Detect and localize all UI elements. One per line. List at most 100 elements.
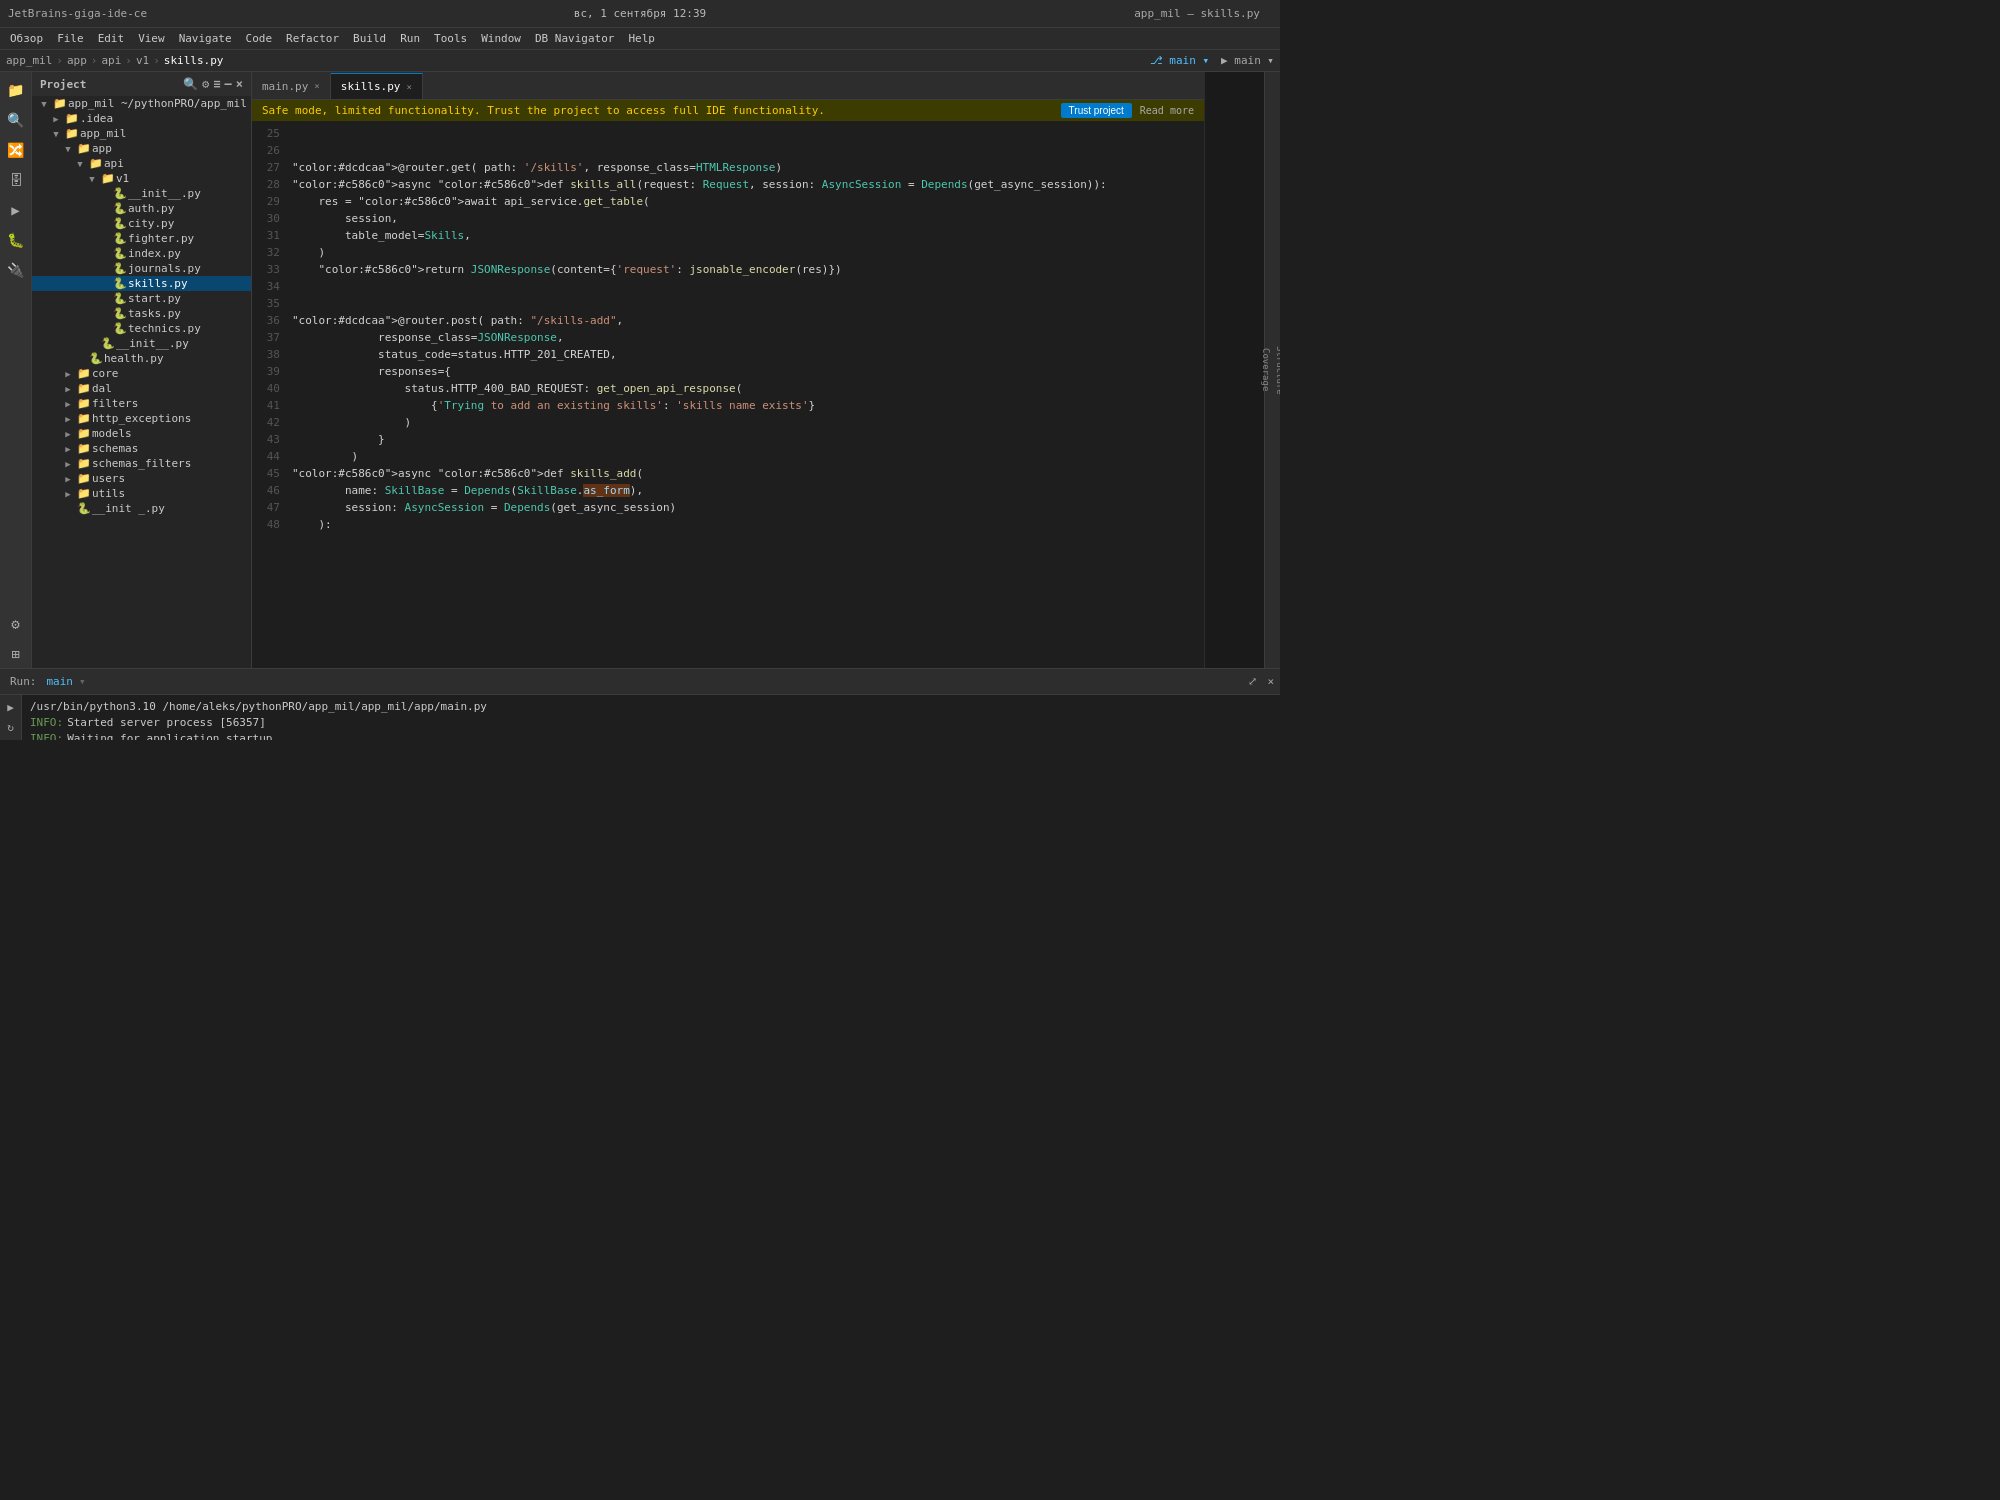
tree-item[interactable]: ▶📁users — [32, 471, 251, 486]
safe-mode-text: Safe mode, limited functionality. Trust … — [262, 104, 825, 117]
tree-item[interactable]: ▶📁core — [32, 366, 251, 381]
minimap — [1204, 72, 1264, 668]
line-number: 45 — [252, 465, 280, 482]
read-more-link[interactable]: Read more — [1140, 105, 1194, 116]
menu-edit[interactable]: Edit — [92, 30, 131, 47]
activity-project[interactable]: 📁 — [2, 76, 30, 104]
menu-view[interactable]: View — [132, 30, 171, 47]
run-arrow[interactable]: ▾ — [79, 675, 86, 688]
activity-apps[interactable]: ⊞ — [2, 640, 30, 668]
terminal-close-icon[interactable]: × — [1267, 675, 1274, 688]
tree-item[interactable]: 🐍journals.py — [32, 261, 251, 276]
code-line: ): — [292, 516, 1204, 533]
tab-skills-py[interactable]: skills.py × — [331, 73, 423, 99]
tree-item-label: health.py — [104, 352, 251, 365]
terminal-maximize[interactable]: ⤢ — [1248, 675, 1257, 688]
sidebar-gear-icon[interactable]: ⚙ — [202, 77, 209, 91]
activity-settings[interactable]: ⚙ — [2, 610, 30, 638]
branch-indicator[interactable]: ⎇ main ▾ — [1150, 54, 1209, 67]
tree-file-icon: 🐍 — [112, 322, 128, 335]
tree-item[interactable]: ▼📁v1 — [32, 171, 251, 186]
terminal-content[interactable]: /usr/bin/python3.10 /home/aleks/pythonPR… — [22, 695, 1280, 740]
menu-build[interactable]: Build — [347, 30, 392, 47]
term-play-btn[interactable]: ▶ — [3, 699, 19, 715]
tree-item[interactable]: 🐍auth.py — [32, 201, 251, 216]
sidebar-expand-icon[interactable]: × — [236, 77, 243, 91]
menu-window[interactable]: Window — [475, 30, 527, 47]
activity-vcs[interactable]: 🔀 — [2, 136, 30, 164]
menu-tools[interactable]: Tools — [428, 30, 473, 47]
line-number: 40 — [252, 380, 280, 397]
tree-item[interactable]: ▶📁filters — [32, 396, 251, 411]
tree-item-label: app_mil ~/pythonPRO/app_mil — [68, 97, 251, 110]
menu-obzor[interactable]: Обзор — [4, 30, 49, 47]
menu-navigate[interactable]: Navigate — [173, 30, 238, 47]
tree-item-label: journals.py — [128, 262, 251, 275]
code-content[interactable]: "color:#dcdcaa">@router.get( path: '/ski… — [288, 125, 1204, 668]
menu-refactor[interactable]: Refactor — [280, 30, 345, 47]
tab-main-py[interactable]: main.py × — [252, 73, 331, 99]
tree-item[interactable]: 🐍technics.py — [32, 321, 251, 336]
tree-file-icon: 📁 — [88, 157, 104, 170]
sidebar-close-icon[interactable]: — — [225, 77, 232, 91]
menu-dbnavigator[interactable]: DB Navigator — [529, 30, 620, 47]
tree-item[interactable]: ▼📁app_mil ~/pythonPRO/app_mil — [32, 96, 251, 111]
nav-crumb-4[interactable]: v1 — [136, 54, 149, 67]
nav-crumb-2[interactable]: app — [67, 54, 87, 67]
menu-help[interactable]: Help — [622, 30, 661, 47]
sidebar-collapse-icon[interactable]: ≡ — [213, 77, 220, 91]
activity-plugins[interactable]: 🔌 — [2, 256, 30, 284]
run-config[interactable]: ▶ main ▾ — [1221, 54, 1274, 67]
tree-item[interactable]: 🐍tasks.py — [32, 306, 251, 321]
menu-code[interactable]: Code — [240, 30, 279, 47]
activity-db[interactable]: 🗄 — [2, 166, 30, 194]
activity-search[interactable]: 🔍 — [2, 106, 30, 134]
menu-file[interactable]: File — [51, 30, 90, 47]
tree-item[interactable]: 🐍index.py — [32, 246, 251, 261]
nav-crumb-3[interactable]: api — [101, 54, 121, 67]
code-editor[interactable]: 2526272829303132333435363738394041424344… — [252, 121, 1204, 668]
tree-item-label: tasks.py — [128, 307, 251, 320]
term-stop-btn[interactable]: ■ — [3, 739, 19, 740]
tree-item[interactable]: 🐍start.py — [32, 291, 251, 306]
tree-item[interactable]: 🐍__init__.py — [32, 186, 251, 201]
tree-item[interactable]: ▶📁models — [32, 426, 251, 441]
run-name[interactable]: main — [43, 675, 78, 688]
tree-item[interactable]: 🐍__init__.py — [32, 336, 251, 351]
code-line: "color:#c586c0">async "color:#c586c0">de… — [292, 465, 1204, 482]
tree-item[interactable]: ▶📁.idea — [32, 111, 251, 126]
tree-item[interactable]: ▼📁app_mil — [32, 126, 251, 141]
tree-item[interactable]: ▶📁http_exceptions — [32, 411, 251, 426]
sidebar-search-icon[interactable]: 🔍 — [183, 77, 198, 91]
tab-close-main-py[interactable]: × — [314, 81, 319, 91]
tree-item[interactable]: ▼📁api — [32, 156, 251, 171]
activity-run[interactable]: ▶ — [2, 196, 30, 224]
line-number: 38 — [252, 346, 280, 363]
code-line: table_model=Skills, — [292, 227, 1204, 244]
tree-item[interactable]: 🐍skills.py — [32, 276, 251, 291]
tree-item[interactable]: 🐍health.py — [32, 351, 251, 366]
tree-item[interactable]: ▶📁dal — [32, 381, 251, 396]
tree-item[interactable]: 🐍__init _.py — [32, 501, 251, 516]
term-reload-btn[interactable]: ↻ — [3, 719, 19, 735]
menu-run[interactable]: Run — [394, 30, 426, 47]
code-line — [292, 278, 1204, 295]
tree-arrow-icon: ▶ — [60, 369, 76, 379]
coverage-label[interactable]: Coverage — [1261, 348, 1271, 391]
tree-file-icon: 📁 — [76, 142, 92, 155]
activity-debug[interactable]: 🐛 — [2, 226, 30, 254]
tab-close-skills-py[interactable]: × — [406, 82, 411, 92]
nav-crumb-1[interactable]: app_mil — [6, 54, 52, 67]
tree-item[interactable]: ▶📁schemas — [32, 441, 251, 456]
tree-arrow-icon: ▶ — [60, 399, 76, 409]
nav-crumb-5[interactable]: skills.py — [164, 54, 224, 67]
tree-arrow-icon: ▶ — [60, 474, 76, 484]
sidebar-title: Project — [40, 78, 86, 91]
tree-item[interactable]: ▶📁schemas_filters — [32, 456, 251, 471]
tree-item[interactable]: 🐍fighter.py — [32, 231, 251, 246]
tree-item[interactable]: ▶📁utils — [32, 486, 251, 501]
tree-item[interactable]: ▼📁app — [32, 141, 251, 156]
tree-item[interactable]: 🐍city.py — [32, 216, 251, 231]
trust-project-button[interactable]: Trust project — [1061, 103, 1132, 118]
structure-label[interactable]: Structure — [1275, 346, 1281, 395]
